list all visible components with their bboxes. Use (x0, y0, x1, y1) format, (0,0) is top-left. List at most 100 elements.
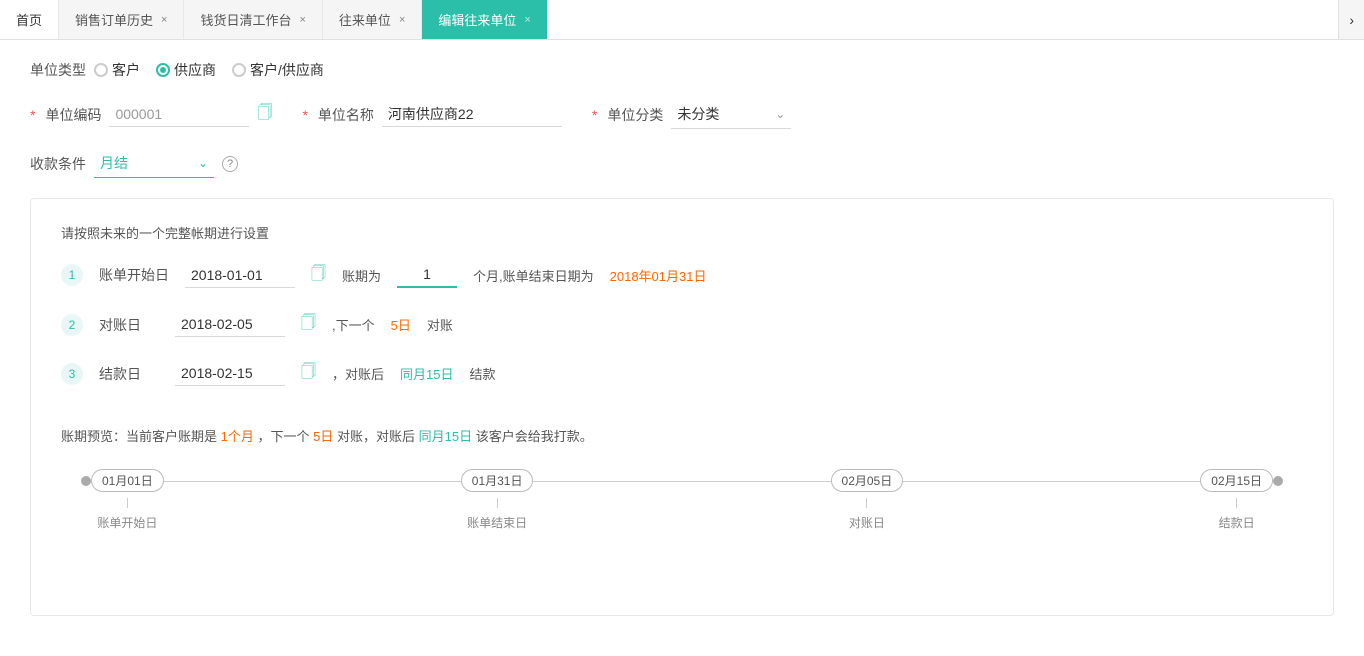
timeline-label-3: 对账日 (849, 514, 885, 531)
tab-cash-work[interactable]: 钱货日清工作台 × (184, 0, 322, 39)
tab-bar: 首页 销售订单历史 × 钱货日清工作台 × 往来单位 × 编辑往来单位 × › (0, 0, 1364, 40)
code-icon[interactable]: 🗍 (257, 102, 272, 127)
timeline-end-dot (1273, 476, 1283, 486)
timeline-stem-4 (1236, 498, 1237, 508)
preview-part2-highlight: 5日 (313, 429, 333, 444)
step-1-num: 1 (61, 264, 83, 286)
radio-supplier[interactable]: 供应商 (156, 60, 216, 80)
category-field: * 单位分类 未分类 ⌄ (592, 100, 791, 129)
tab-sales-history-close[interactable]: × (161, 14, 167, 26)
step-2-highlight: 5日 (391, 315, 411, 334)
preview-part3-highlight: 同月15日 (419, 429, 472, 444)
payment-row: 收款条件 月结 ⌄ ? (30, 149, 1334, 178)
radio-group: 客户 供应商 客户/供应商 (94, 60, 324, 80)
settings-card: 请按照未来的一个完整帐期进行设置 1 账单开始日 🗍 账期为 个月,账单结束日期… (30, 198, 1334, 616)
preview-part2-suffix: 对账，对账后 (337, 429, 415, 444)
timeline-nodes: 01月01日 账单开始日 01月31日 账单结束日 02月05日 对账日 (91, 469, 1273, 531)
name-input[interactable] (382, 102, 562, 127)
payment-chevron-icon: ⌄ (198, 156, 208, 170)
name-required: * (302, 107, 307, 123)
code-required: * (30, 107, 35, 123)
main-content: 单位类型 客户 供应商 客户/供应商 * 单位编码 (0, 40, 1364, 656)
payment-select[interactable]: 月结 ⌄ (94, 149, 214, 178)
code-input[interactable] (109, 102, 249, 127)
timeline-node-3: 02月05日 对账日 (831, 469, 904, 531)
step-2-row: 2 对账日 🗍 ,下一个 5日 对账 (61, 312, 1303, 337)
timeline-badge-4: 02月15日 (1200, 469, 1273, 492)
name-label: 单位名称 (318, 105, 374, 125)
tab-edit-partner[interactable]: 编辑往来单位 × (422, 0, 547, 39)
radio-both[interactable]: 客户/供应商 (232, 60, 324, 80)
timeline-badge-1: 01月01日 (91, 469, 164, 492)
tab-sales-history[interactable]: 销售订单历史 × (59, 0, 184, 39)
step-3-row: 3 结款日 🗍 ，对账后 同月15日 结款 (61, 361, 1303, 386)
radio-supplier-label: 供应商 (174, 60, 216, 80)
timeline-node-1: 01月01日 账单开始日 (91, 469, 164, 531)
tab-partner-close[interactable]: × (399, 14, 405, 26)
step-2-cal-icon[interactable]: 🗍 (301, 312, 316, 337)
unit-type-field: 单位类型 客户 供应商 客户/供应商 (30, 60, 324, 80)
preview-part3-suffix: 该客户会给我打款。 (476, 429, 593, 444)
code-label: 单位编码 (45, 105, 101, 125)
step-2-desc-suffix: 对账 (427, 315, 453, 334)
step-3-label: 结款日 (99, 364, 159, 384)
timeline-badge-3: 02月05日 (831, 469, 904, 492)
tab-cash-work-label: 钱货日清工作台 (200, 10, 291, 29)
step-3-desc-prefix: ，对账后 (332, 364, 384, 383)
step-2-date-input[interactable] (175, 312, 285, 337)
radio-both-circle (232, 63, 246, 77)
step-1-end-date: 2018年01月31日 (610, 266, 707, 285)
timeline-node-4: 02月15日 结款日 (1200, 469, 1273, 531)
category-required: * (592, 107, 597, 123)
step-1-cal-icon[interactable]: 🗍 (311, 263, 326, 288)
payment-value: 月结 (100, 153, 192, 173)
step-1-period-label: 账期为 (342, 266, 381, 285)
timeline-stem-3 (866, 498, 867, 508)
radio-customer-label: 客户 (112, 60, 140, 80)
preview-section: 账期预览：当前客户账期是 1个月 ，下一个 5日 对账，对账后 同月15日 该客… (61, 410, 1303, 591)
tab-home[interactable]: 首页 (0, 0, 59, 39)
help-icon[interactable]: ? (222, 156, 238, 172)
tab-more-button[interactable]: › (1338, 0, 1364, 39)
timeline-container: 01月01日 账单开始日 01月31日 账单结束日 02月05日 对账日 (61, 469, 1303, 571)
code-field: * 单位编码 🗍 (30, 102, 272, 127)
tab-cash-work-close[interactable]: × (299, 14, 305, 26)
step-1-period-unit: 个月,账单结束日期为 (473, 266, 594, 285)
tab-partner[interactable]: 往来单位 × (323, 0, 422, 39)
preview-text: 账期预览：当前客户账期是 1个月 ，下一个 5日 对账，对账后 同月15日 该客… (61, 426, 1303, 445)
chevron-down-icon: ⌄ (775, 107, 785, 121)
step-3-date-input[interactable] (175, 361, 285, 386)
category-value: 未分类 (677, 104, 769, 124)
step-2-num: 2 (61, 314, 83, 336)
chevron-right-icon: › (1349, 12, 1354, 28)
tab-partner-label: 往来单位 (339, 10, 391, 29)
radio-supplier-circle (156, 63, 170, 77)
preview-label: 账期预览：当前客户账期是 (61, 429, 217, 444)
category-label: 单位分类 (607, 105, 663, 125)
payment-field: 收款条件 月结 ⌄ ? (30, 149, 238, 178)
step-2-label: 对账日 (99, 315, 159, 335)
tab-sales-history-label: 销售订单历史 (75, 10, 153, 29)
step-3-highlight: 同月15日 (400, 364, 453, 383)
tab-edit-partner-close[interactable]: × (524, 14, 530, 26)
timeline-label-2: 账单结束日 (467, 514, 527, 531)
radio-customer[interactable]: 客户 (94, 60, 140, 80)
card-title: 请按照未来的一个完整帐期进行设置 (61, 223, 1303, 242)
timeline-stem-1 (127, 498, 128, 508)
step-1-row: 1 账单开始日 🗍 账期为 个月,账单结束日期为 2018年01月31日 (61, 262, 1303, 288)
step-1-month-input[interactable] (397, 262, 457, 288)
tab-edit-partner-label: 编辑往来单位 (438, 10, 516, 29)
step-1-date-input[interactable] (185, 263, 295, 288)
timeline-label-1: 账单开始日 (97, 514, 157, 531)
preview-part1: 1个月 (221, 429, 254, 444)
step-2-desc-prefix: ,下一个 (332, 315, 375, 334)
step-3-desc-suffix: 结款 (469, 364, 495, 383)
step-3-cal-icon[interactable]: 🗍 (301, 361, 316, 386)
unit-type-label: 单位类型 (30, 60, 86, 80)
timeline-node-2: 01月31日 账单结束日 (461, 469, 534, 531)
timeline-start-dot (81, 476, 91, 486)
category-select[interactable]: 未分类 ⌄ (671, 100, 791, 129)
radio-customer-circle (94, 63, 108, 77)
radio-both-label: 客户/供应商 (250, 60, 324, 80)
timeline-stem-2 (497, 498, 498, 508)
